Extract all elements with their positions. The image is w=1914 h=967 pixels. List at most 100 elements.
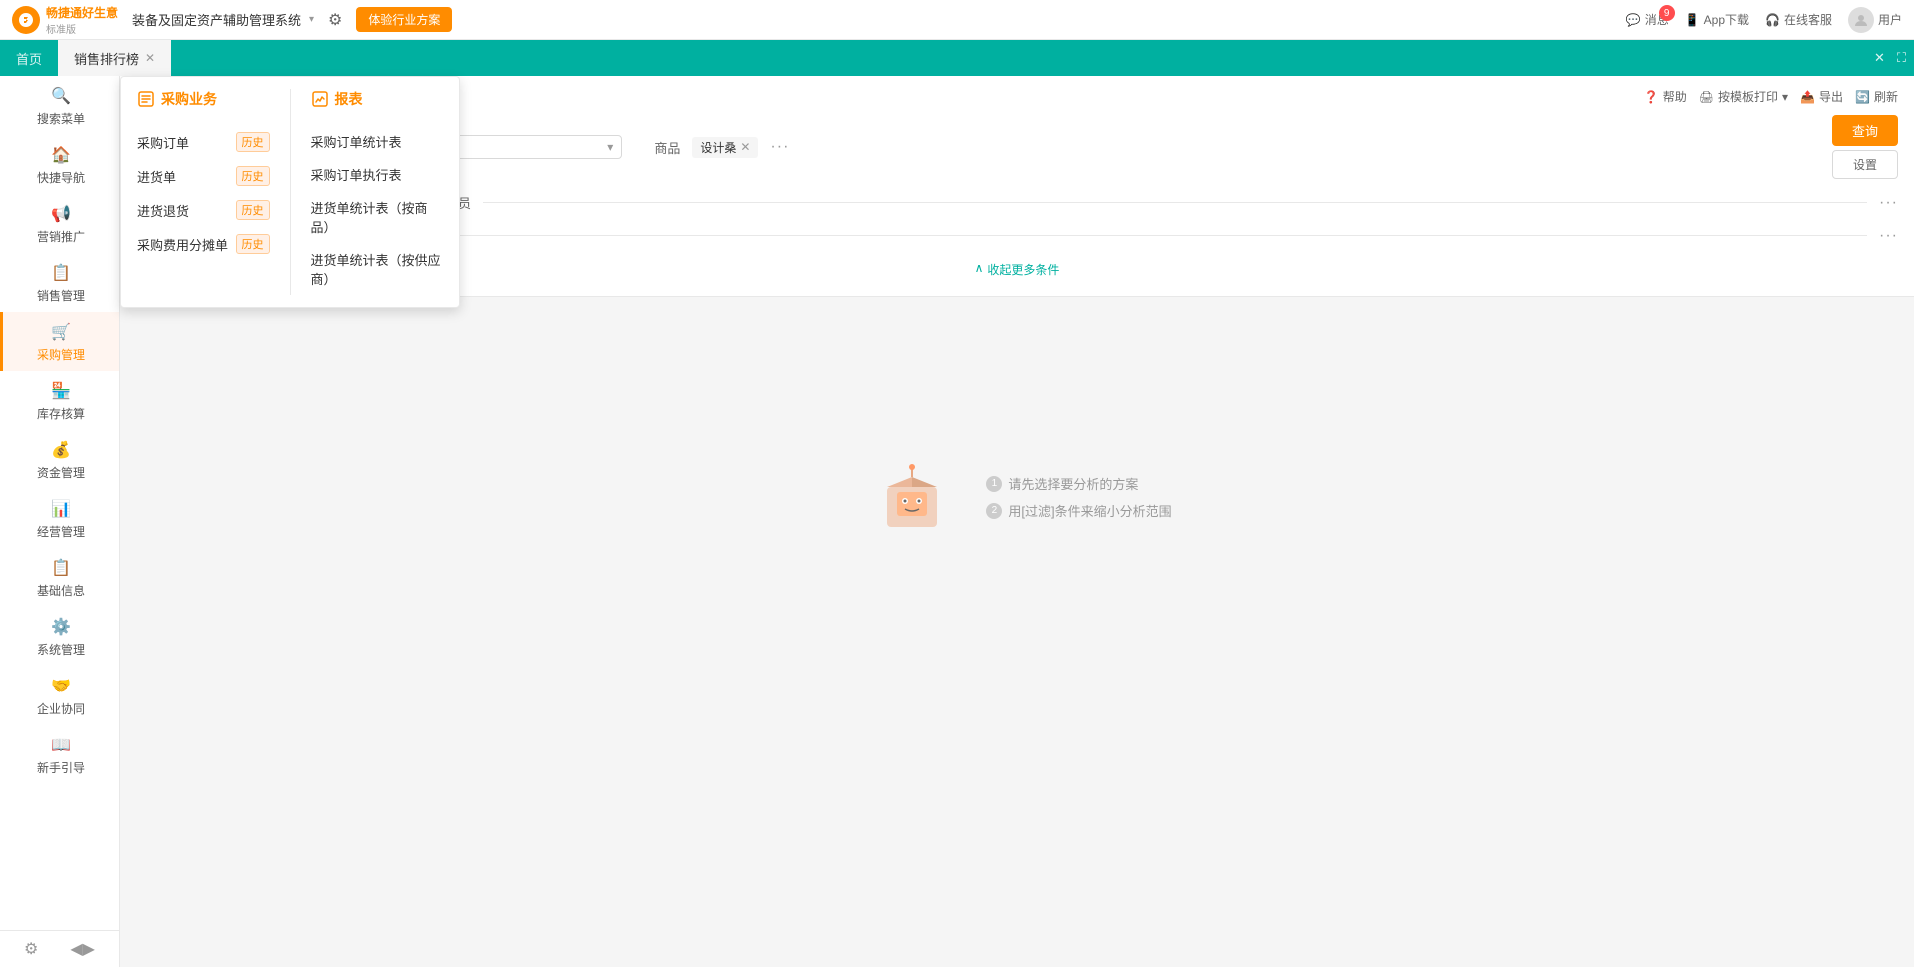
header-right: 💬 消息 9 📱 App下载 🎧 在线客服 用户 [1626, 7, 1902, 33]
dropdown-item-purchase-order[interactable]: 采购订单 历史 [137, 125, 270, 159]
notification-button[interactable]: 💬 消息 9 [1626, 11, 1669, 28]
empty-text-area: 1 请先选择要分析的方案 2 用[过滤]条件来缩小分析范围 [986, 470, 1171, 524]
system-icon: ⚙️ [51, 617, 71, 637]
report-title-icon [311, 90, 329, 108]
dropdown-item-order-stats[interactable]: 采购订单统计表 [311, 125, 444, 158]
business-title-icon [137, 90, 155, 108]
close-window-icon[interactable]: ✕ [1874, 50, 1885, 66]
sidebar: 🔍 搜索菜单 🏠 快捷导航 📢 营销推广 📋 销售管理 🛒 采购管理 🏪 库存核… [0, 76, 120, 967]
tab-home[interactable]: 首页 [0, 40, 58, 76]
dropdown-item-goods-stats-product[interactable]: 进货单统计表（按商品） [311, 191, 444, 243]
sidebar-item-guide[interactable]: 📖 新手引导 [0, 725, 119, 784]
dropdown-item-order-exec[interactable]: 采购订单执行表 [311, 158, 444, 191]
avatar [1848, 7, 1874, 33]
top-header: 畅捷通好生意 标准版 装备及固定资产辅助管理系统 ▾ ⚙ 体验行业方案 💬 消息… [0, 0, 1914, 40]
history-badge-0: 历史 [236, 132, 270, 152]
sidebar-item-finance[interactable]: 💰 资金管理 [0, 430, 119, 489]
print-arrow-icon: ▾ [1782, 90, 1788, 104]
history-badge-2: 历史 [236, 200, 270, 220]
sidebar-item-cooperation[interactable]: 🤝 企业协同 [0, 666, 119, 725]
purchase-icon: 🛒 [51, 322, 71, 342]
toolbar-right: ❓ 帮助 🖨 按模板打印 ▾ 📤 导出 🔄 刷新 [1644, 88, 1898, 105]
step2-num: 2 [986, 503, 1002, 519]
export-button[interactable]: 📤 导出 [1800, 88, 1843, 105]
cooperation-icon: 🤝 [51, 676, 71, 696]
dropdown-columns: 采购业务 采购订单 历史 进货单 历史 进货退货 历史 采购费用分摊单 历史 [121, 89, 459, 295]
maximize-icon[interactable]: ⛶ [1897, 50, 1906, 66]
product-tag-close-icon[interactable]: ✕ [740, 140, 750, 154]
sidebar-item-inventory[interactable]: 🏪 库存核算 [0, 371, 119, 430]
sidebar-item-search[interactable]: 🔍 搜索菜单 [0, 76, 119, 135]
query-button[interactable]: 查询 [1832, 115, 1898, 146]
empty-illustration [862, 457, 962, 537]
print-icon: 🖨 [1699, 90, 1714, 104]
sidebar-item-basic-info[interactable]: 📋 基础信息 [0, 548, 119, 607]
home-icon: 🏠 [51, 145, 71, 165]
online-service-button[interactable]: 🎧 在线客服 [1765, 11, 1832, 28]
sales-icon: 📋 [51, 263, 71, 283]
guide-icon: 📖 [51, 735, 71, 755]
history-badge-3: 历史 [236, 234, 270, 254]
collapse-arrow-icon: ∧ [975, 261, 984, 278]
sidebar-item-system[interactable]: ⚙️ 系统管理 [0, 607, 119, 666]
industry-button[interactable]: 体验行业方案 [356, 7, 452, 32]
sidebar-item-purchase[interactable]: 🛒 采购管理 [0, 312, 119, 371]
dropdown-item-goods-stats-supplier[interactable]: 进货单统计表（按供应商） [311, 243, 444, 295]
salesperson-more-button[interactable]: ··· [1879, 194, 1898, 212]
system-title-area: 装备及固定资产辅助管理系统 ▾ ⚙ 体验行业方案 [132, 7, 1626, 32]
logo-area: 畅捷通好生意 标准版 [12, 4, 132, 36]
dropdown-item-goods-receipt[interactable]: 进货单 历史 [137, 159, 270, 193]
product-more-button[interactable]: ··· [770, 138, 789, 156]
phone-icon: 📱 [1685, 13, 1700, 27]
message-icon: 💬 [1626, 13, 1641, 27]
history-badge-1: 历史 [236, 166, 270, 186]
dropdown-col-business: 采购业务 采购订单 历史 进货单 历史 进货退货 历史 采购费用分摊单 历史 [121, 89, 286, 295]
settings-button[interactable]: 设置 [1832, 150, 1898, 179]
collapse-sidebar-icon[interactable]: ◀▶ [70, 939, 95, 959]
tab-close-icon[interactable]: ✕ [145, 51, 155, 65]
empty-state: 1 请先选择要分析的方案 2 用[过滤]条件来缩小分析范围 [120, 297, 1914, 697]
tab-bar: 首页 销售排行榜 ✕ ✕ ⛶ [0, 40, 1914, 76]
search-icon: 🔍 [51, 86, 71, 106]
system-title: 装备及固定资产辅助管理系统 [132, 10, 301, 29]
sidebar-item-sales[interactable]: 📋 销售管理 [0, 253, 119, 312]
sidebar-item-operations[interactable]: 📊 经营管理 [0, 489, 119, 548]
product-label: 商品 [654, 138, 680, 157]
dropdown-item-purchase-expense[interactable]: 采购费用分摊单 历史 [137, 227, 270, 261]
tab-expand-area: ✕ ⛶ [1866, 50, 1914, 66]
customer-more-button[interactable]: ··· [1879, 227, 1898, 245]
user-button[interactable]: 用户 [1848, 7, 1902, 33]
operations-icon: 📊 [51, 499, 71, 519]
dropdown-col-reports: 报表 采购订单统计表 采购订单执行表 进货单统计表（按商品） 进货单统计表（按供… [295, 89, 460, 295]
notification-count: 9 [1659, 5, 1675, 21]
sidebar-item-marketing[interactable]: 📢 营销推广 [0, 194, 119, 253]
title-arrow-icon[interactable]: ▾ [309, 14, 314, 25]
settings-bottom-icon[interactable]: ⚙ [24, 939, 38, 959]
gear-icon[interactable]: ⚙ [322, 8, 348, 32]
purchase-dropdown-menu: 采购业务 采购订单 历史 进货单 历史 进货退货 历史 采购费用分摊单 历史 [120, 76, 460, 308]
dropdown-report-title: 报表 [311, 89, 444, 113]
inventory-icon: 🏪 [51, 381, 71, 401]
refresh-icon: 🔄 [1855, 90, 1870, 104]
help-button[interactable]: ❓ 帮助 [1644, 88, 1687, 105]
marketing-icon: 📢 [51, 204, 71, 224]
sidebar-item-quick-nav[interactable]: 🏠 快捷导航 [0, 135, 119, 194]
logo-text: 畅捷通好生意 标准版 [46, 4, 118, 36]
app-download-button[interactable]: 📱 App下载 [1685, 11, 1749, 28]
tab-sales-ranking[interactable]: 销售排行榜 ✕ [58, 40, 171, 76]
finance-icon: 💰 [51, 440, 71, 460]
step1-num: 1 [986, 476, 1002, 492]
headset-icon: 🎧 [1765, 13, 1780, 27]
basic-info-icon: 📋 [51, 558, 71, 578]
export-icon: 📤 [1800, 90, 1815, 104]
dropdown-item-goods-return[interactable]: 进货退货 历史 [137, 193, 270, 227]
dropdown-business-title: 采购业务 [137, 89, 270, 113]
print-template-button[interactable]: 🖨 按模板打印 ▾ [1699, 88, 1788, 105]
logo-icon [12, 6, 40, 34]
dropdown-divider [290, 89, 291, 295]
refresh-button[interactable]: 🔄 刷新 [1855, 88, 1898, 105]
product-tag: 设计桑 ✕ [692, 137, 758, 158]
doc-status-arrow-icon: ▾ [607, 140, 613, 154]
help-icon: ❓ [1644, 90, 1659, 104]
sidebar-bottom: ⚙ ◀▶ [0, 930, 119, 967]
